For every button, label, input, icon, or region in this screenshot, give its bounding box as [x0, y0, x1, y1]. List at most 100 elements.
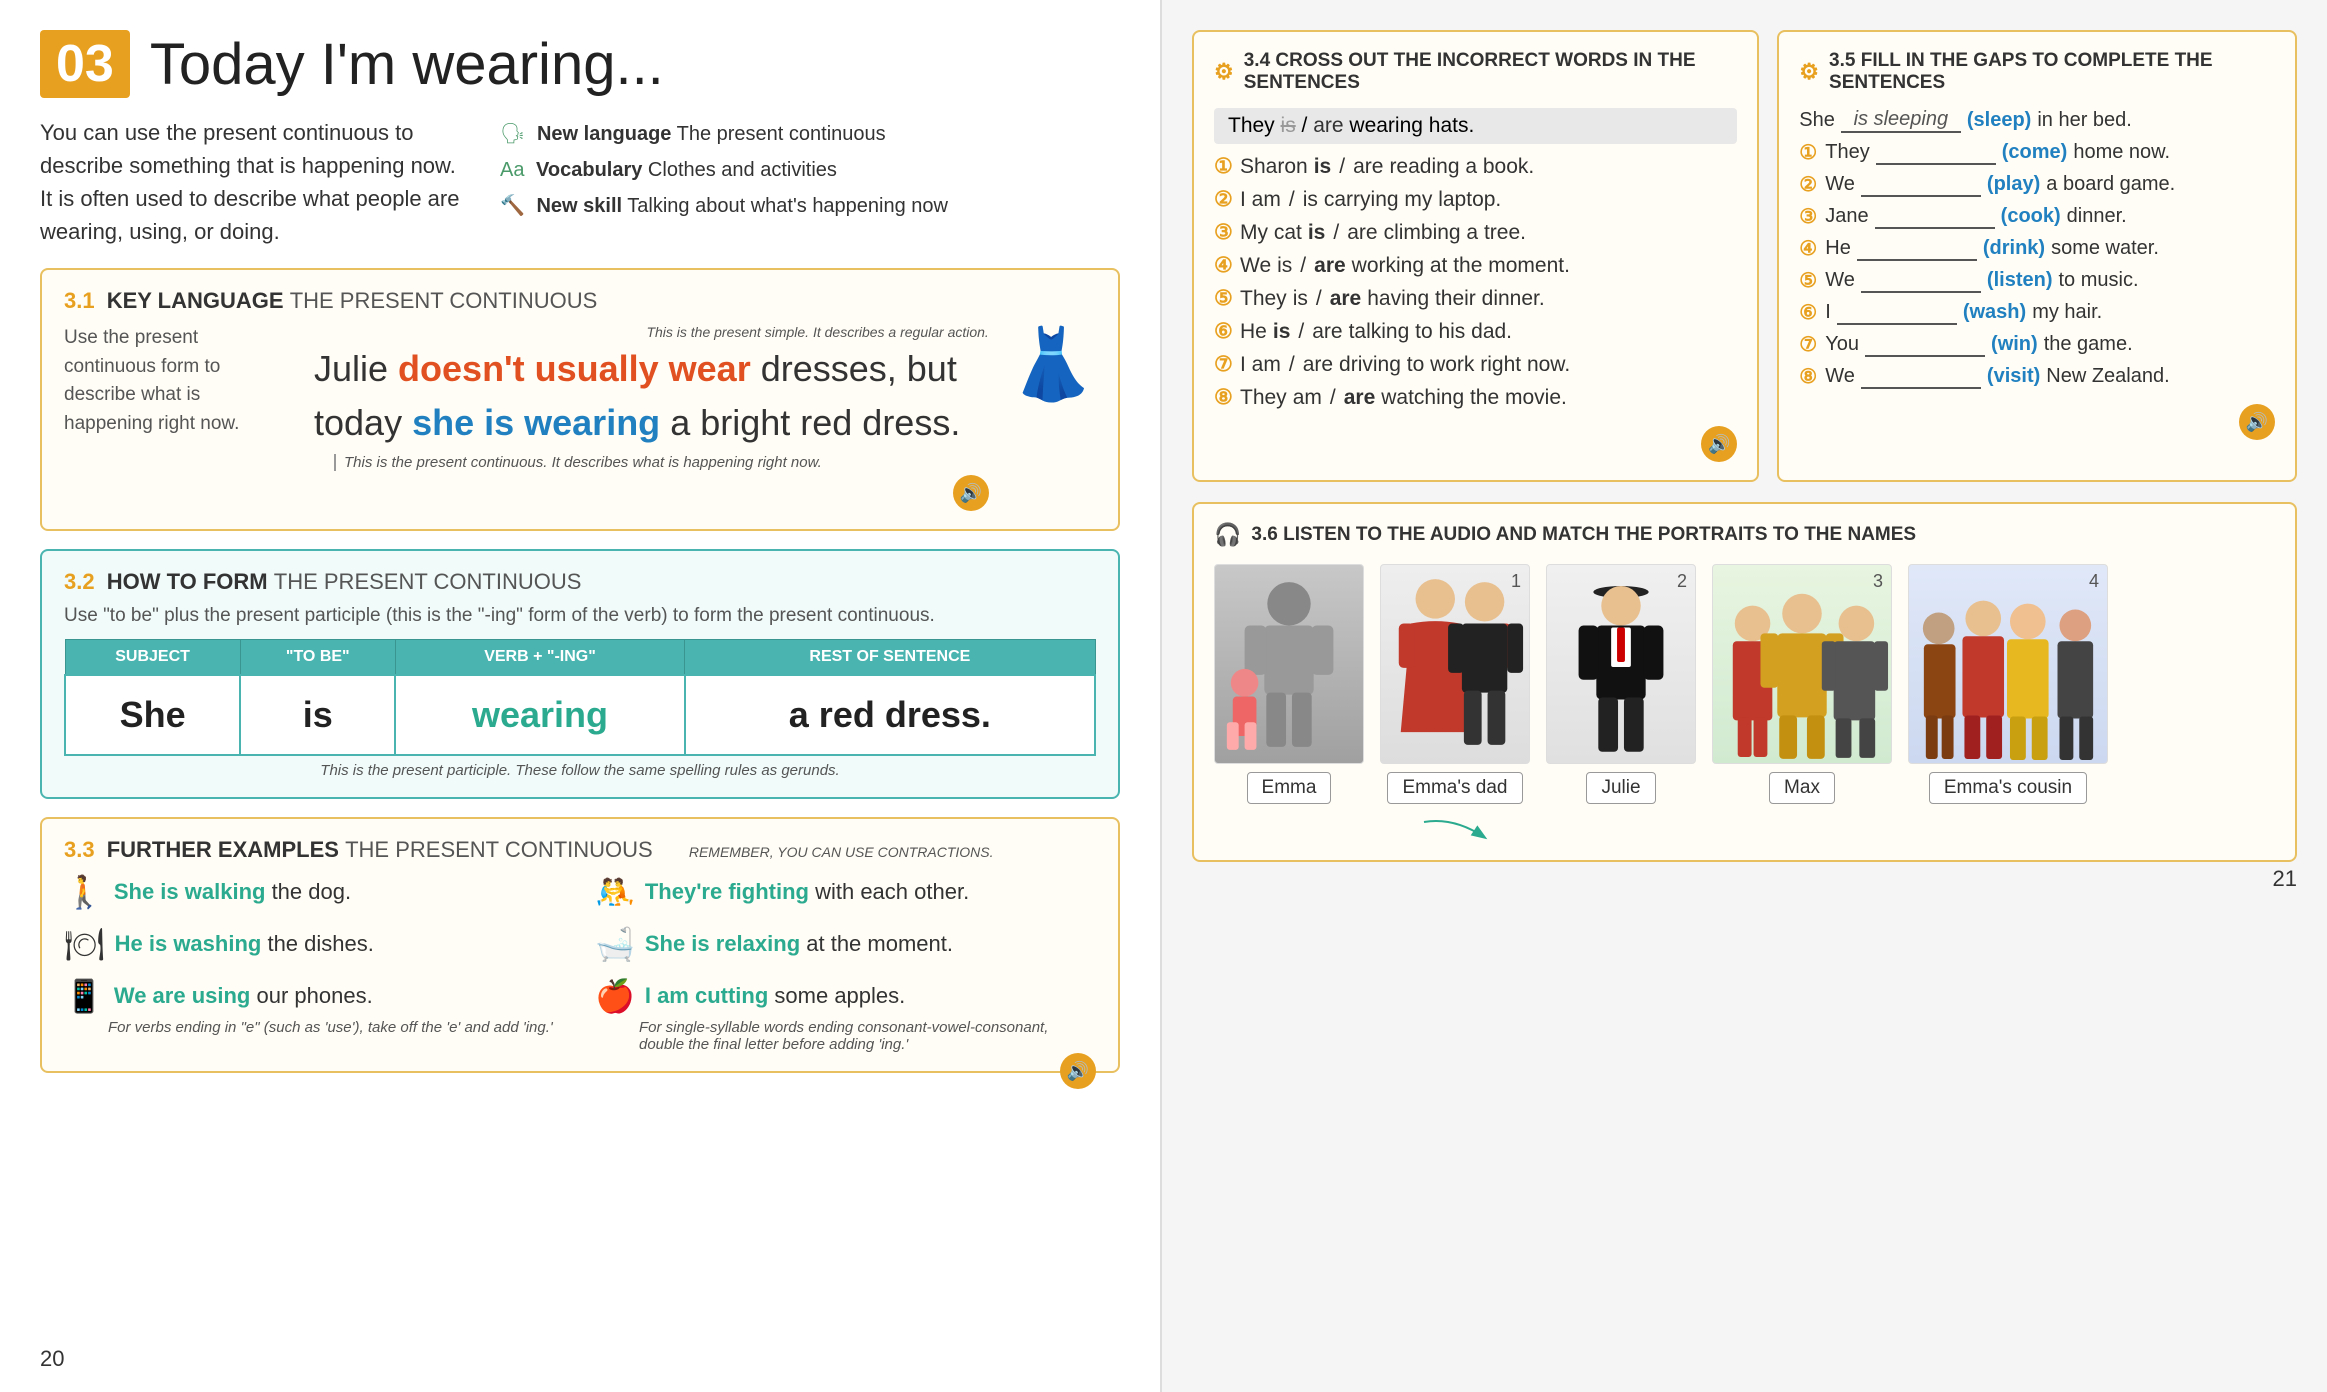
fill-blank-8[interactable] [1861, 364, 1981, 389]
fill-blank-4[interactable] [1857, 236, 1977, 261]
fill-35-2: ② We (play) a board game. [1799, 172, 2275, 197]
section-35: ⚙ 3.5 FILL IN THE GAPS TO COMPLETE THE S… [1777, 30, 2297, 482]
page-number-left: 20 [40, 1346, 64, 1372]
section-36-title: 3.6 LISTEN TO THE AUDIO AND MATCH THE PO… [1251, 524, 1916, 546]
label-emmasc: Emma's cousin [1929, 772, 2087, 804]
example-cutting-col: 🍎 I am cutting some apples. For single-s… [595, 977, 1096, 1053]
section-33: 3.3 FURTHER EXAMPLES THE PRESENT CONTINU… [40, 817, 1120, 1073]
skill-icon: 🔨 [500, 195, 525, 217]
right-top-row: ⚙ 3.4 CROSS OUT THE INCORRECT WORDS IN T… [1192, 30, 2297, 482]
meta-vocabulary: Aa Vocabulary Clothes and activities [500, 152, 948, 188]
fighting-icon: 🤼 [595, 873, 635, 911]
fill-35-1: ① They (come) home now. [1799, 140, 2275, 165]
portrait-num-1: 1 [1511, 571, 1521, 592]
fill-35-7: ⑦ You (win) the game. [1799, 332, 2275, 357]
relaxing-icon: 🛁 [595, 925, 635, 963]
walking-icon: 🚶 [64, 873, 104, 911]
col-tobe: "TO BE" [240, 640, 395, 676]
example-walking: 🚶 She is walking the dog. [64, 873, 565, 911]
label-emma: Emma [1247, 772, 1332, 804]
section-34-header: ⚙ 3.4 CROSS OUT THE INCORRECT WORDS IN T… [1214, 50, 1737, 94]
example-using-text: We are using our phones. [114, 983, 373, 1009]
sentence-34-1: ① Sharon is / are reading a book. [1214, 154, 1737, 179]
section-33-header: 3.3 FURTHER EXAMPLES THE PRESENT CONTINU… [64, 837, 1096, 863]
portrait-emmasdad-img: 1 [1380, 564, 1530, 764]
sentence-doesnt: doesn't usually wear [398, 348, 751, 389]
section-31: 3.1 KEY LANGUAGE THE PRESENT CONTINUOUS … [40, 268, 1120, 531]
example-cutting: 🍎 I am cutting some apples. [595, 977, 1096, 1015]
example-sentence-34: They is / are wearing hats. [1214, 108, 1737, 144]
portrait-emmas-cousin: 4 [1908, 564, 2108, 804]
page-number-right: 21 [2273, 866, 2297, 892]
audio-button-34[interactable]: 🔊 [1701, 426, 1737, 462]
lesson-header: 03 Today I'm wearing... [40, 30, 1120, 98]
section-31-header: 3.1 KEY LANGUAGE THE PRESENT CONTINUOUS [64, 288, 1096, 314]
portrait-num-2: 2 [1677, 571, 1687, 592]
example-fighting: 🤼 They're fighting with each other. [595, 873, 1096, 911]
note-cut: For single-syllable words ending consona… [639, 1019, 1096, 1053]
lesson-title: Today I'm wearing... [150, 31, 664, 98]
fill-35-4: ④ He (drink) some water. [1799, 236, 2275, 261]
example-using: 📱 We are using our phones. [64, 977, 565, 1015]
section-32-desc: Use "to be" plus the present participle … [64, 605, 1096, 627]
col-rest: REST OF SENTENCE [685, 640, 1095, 676]
section-36-header: 🎧 3.6 LISTEN TO THE AUDIO AND MATCH THE … [1214, 522, 2275, 548]
gear-icon-34: ⚙ [1214, 59, 1234, 85]
contraction-note: Remember, you can use contractions. [689, 844, 994, 860]
dress-figure: 👗 [1009, 324, 1096, 406]
fill-blank-3[interactable] [1875, 204, 1995, 229]
lesson-number: 03 [40, 30, 130, 98]
col-verb: VERB + "-ING" [395, 640, 684, 676]
fill-blank-5[interactable] [1861, 268, 1981, 293]
audio-button-33[interactable]: 🔊 [1060, 1053, 1096, 1089]
fill-blank-6[interactable] [1837, 300, 1957, 325]
cell-reddress: a red dress. [685, 675, 1095, 755]
audio-button-35[interactable]: 🔊 [2239, 404, 2275, 440]
cell-she: She [65, 675, 240, 755]
example-cutting-text: I am cutting some apples. [645, 983, 905, 1009]
fill-blank-2[interactable] [1861, 172, 1981, 197]
fill-blank-7[interactable] [1865, 332, 1985, 357]
julie-svg [1547, 564, 1695, 763]
left-page: 03 Today I'm wearing... You can use the … [0, 0, 1160, 1392]
fill-35-6: ⑥ I (wash) my hair. [1799, 300, 2275, 325]
annotation-continuous: This is the present continuous. It descr… [334, 454, 989, 471]
section-34: ⚙ 3.4 CROSS OUT THE INCORRECT WORDS IN T… [1192, 30, 1759, 482]
key-language-content: Use the present continuous form to descr… [64, 324, 1096, 511]
gear-icon-35: ⚙ [1799, 59, 1819, 85]
speech-icon: 🗣 [500, 123, 525, 145]
sentence-simple: Julie [314, 348, 398, 389]
example-using-col: 📱 We are using our phones. For verbs end… [64, 977, 565, 1053]
key-language-description: Use the present continuous form to descr… [64, 324, 294, 438]
section-35-header: ⚙ 3.5 FILL IN THE GAPS TO COMPLETE THE S… [1799, 50, 2275, 94]
key-language-main: This is the present simple. It describes… [314, 324, 989, 511]
label-julie: Julie [1586, 772, 1655, 804]
note-use: For verbs ending in "e" (such as 'use'),… [108, 1019, 565, 1036]
portrait-emma: Emma [1214, 564, 1364, 804]
form-table: SUBJECT "TO BE" VERB + "-ING" REST OF SE… [64, 639, 1096, 756]
label-emmasdad: Emma's dad [1387, 772, 1522, 804]
meta-skill: 🔨 New skill Talking about what's happeni… [500, 188, 948, 224]
intro-section: You can use the present continuous to de… [40, 116, 1120, 248]
section-32: 3.2 HOW TO FORM THE PRESENT CONTINUOUS U… [40, 549, 1120, 799]
washing-icon: 🍽 [64, 925, 105, 963]
audio-button-31[interactable]: 🔊 [953, 475, 989, 511]
sentence-34-6: ⑥ He is / are talking to his dad. [1214, 319, 1737, 344]
form-annotation: This is the present participle. These fo… [64, 762, 1096, 779]
intro-text: You can use the present continuous to de… [40, 116, 460, 248]
example-fighting-text: They're fighting with each other. [645, 879, 969, 905]
emmasdad-svg [1381, 564, 1529, 763]
fill-example-35: She is sleeping (sleep) in her bed. [1799, 108, 2275, 133]
cutting-icon: 🍎 [595, 977, 635, 1015]
label-max: Max [1769, 772, 1835, 804]
col-subject: SUBJECT [65, 640, 240, 676]
sentence-34-4: ④ We is / are working at the moment. [1214, 253, 1737, 278]
example-relaxing-text: She is relaxing at the moment. [645, 931, 953, 957]
portrait-emmasc-img: 4 [1908, 564, 2108, 764]
cousin-svg [1909, 564, 2107, 763]
sentence-34-5: ⑤ They is / are having their dinner. [1214, 286, 1737, 311]
headphone-icon: 🎧 [1214, 522, 1241, 548]
phone-icon: 📱 [64, 977, 104, 1015]
fill-blank-1[interactable] [1876, 140, 1996, 165]
arrow-annotation [1414, 812, 2275, 842]
